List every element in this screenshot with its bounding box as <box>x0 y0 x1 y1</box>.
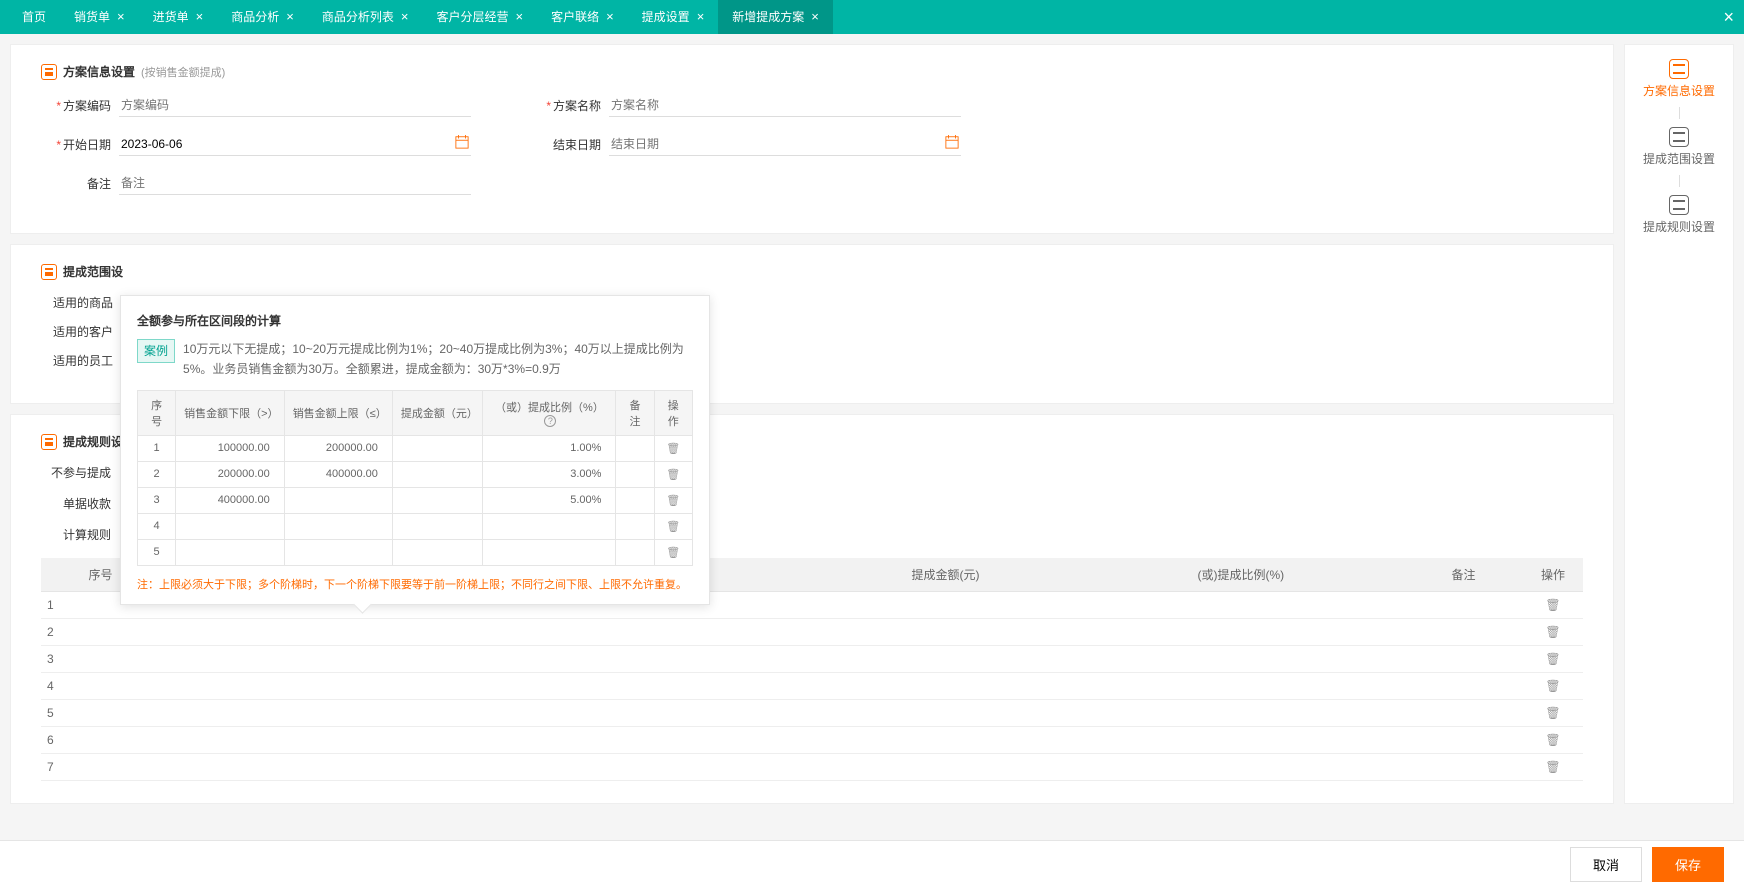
anchor-sidebar: 方案信息设置提成范围设置提成规则设置 <box>1624 44 1734 804</box>
scope-cust-label: 适用的客户 <box>43 323 113 340</box>
table-row: 2200000.00400000.003.00%🗑 <box>138 461 693 487</box>
delete-icon[interactable]: 🗑 <box>1545 679 1560 693</box>
case-tag: 案例 <box>137 339 175 363</box>
calendar-icon[interactable] <box>945 135 959 149</box>
tab-close-icon[interactable] <box>283 0 294 34</box>
popover-title: 全额参与所在区间段的计算 <box>137 312 693 329</box>
calendar-icon[interactable] <box>455 135 469 149</box>
tab-商品分析[interactable]: 商品分析 <box>217 0 308 34</box>
code-input[interactable] <box>119 94 471 117</box>
delete-icon[interactable]: 🗑 <box>1545 598 1560 612</box>
table-row[interactable]: 7🗑 <box>41 753 1583 780</box>
tab-商品分析列表[interactable]: 商品分析列表 <box>308 0 423 34</box>
table-row[interactable]: 2🗑 <box>41 618 1583 645</box>
name-label: 方案名称 <box>531 97 601 114</box>
exclude-label: 不参与提成 <box>41 464 111 481</box>
table-row: 3400000.005.00%🗑 <box>138 487 693 513</box>
table-row: 5🗑 <box>138 539 693 565</box>
delete-icon[interactable]: 🗑 <box>666 443 680 455</box>
calc-label: 计算规则 <box>41 526 111 543</box>
col-header: 销售金额上限（≤） <box>284 390 392 435</box>
tab-close-icon[interactable] <box>694 0 705 34</box>
section-title: 方案信息设置 <box>63 63 135 80</box>
scope-goods-label: 适用的商品 <box>43 294 113 311</box>
delete-icon[interactable]: 🗑 <box>666 521 680 533</box>
tab-销货单[interactable]: 销货单 <box>60 0 139 34</box>
delete-icon[interactable]: 🗑 <box>666 547 680 559</box>
delete-icon[interactable]: 🗑 <box>1545 652 1560 666</box>
remark-input[interactable] <box>119 172 471 195</box>
anchor-item[interactable]: 方案信息设置 <box>1643 59 1715 99</box>
table-row[interactable]: 4🗑 <box>41 672 1583 699</box>
tab-客户分层经营[interactable]: 客户分层经营 <box>422 0 537 34</box>
start-date-input[interactable] <box>119 133 471 156</box>
end-date-input[interactable] <box>609 133 961 156</box>
tab-close-icon[interactable] <box>114 0 125 34</box>
tab-新增提成方案[interactable]: 新增提成方案 <box>718 0 833 34</box>
anchor-item[interactable]: 提成规则设置 <box>1643 195 1715 235</box>
delete-icon[interactable]: 🗑 <box>666 469 680 481</box>
col-header: (或)提成比例(%) <box>1078 558 1404 592</box>
help-icon[interactable]: ? <box>544 415 556 427</box>
tab-bar: 首页销货单进货单商品分析商品分析列表客户分层经营客户联络提成设置新增提成方案 × <box>0 0 1744 34</box>
delete-icon[interactable]: 🗑 <box>1545 625 1560 639</box>
anchor-label: 方案信息设置 <box>1643 82 1715 99</box>
table-row[interactable]: 3🗑 <box>41 645 1583 672</box>
col-header: 备注 <box>1404 558 1523 592</box>
scope-emp-label: 适用的员工 <box>43 352 113 369</box>
start-date-label: 开始日期 <box>41 136 111 153</box>
section-plan-info: 方案信息设置 (按销售金额提成) 方案编码 方案名称 开始日期 <box>10 44 1614 234</box>
table-row: 1100000.00200000.001.00%🗑 <box>138 435 693 461</box>
table-row[interactable]: 6🗑 <box>41 726 1583 753</box>
section-icon <box>1669 195 1689 215</box>
col-header: （或）提成比例（%）? <box>483 390 616 435</box>
section-icon <box>41 64 57 80</box>
delete-icon[interactable]: 🗑 <box>1545 733 1560 747</box>
table-row: 4🗑 <box>138 513 693 539</box>
code-label: 方案编码 <box>41 97 111 114</box>
end-date-label: 结束日期 <box>531 136 601 153</box>
tab-客户联络[interactable]: 客户联络 <box>537 0 628 34</box>
remark-label: 备注 <box>41 175 111 192</box>
case-text: 10万元以下无提成；10~20万元提成比例为1%；20~40万提成比例为3%；4… <box>183 339 693 380</box>
section-title: 提成规则设 <box>63 433 123 450</box>
table-row[interactable]: 5🗑 <box>41 699 1583 726</box>
anchor-label: 提成规则设置 <box>1643 218 1715 235</box>
name-input[interactable] <box>609 94 961 117</box>
tab-进货单[interactable]: 进货单 <box>139 0 218 34</box>
tab-close-icon[interactable] <box>603 0 614 34</box>
section-icon <box>41 264 57 280</box>
col-header: 操作 <box>1523 558 1583 592</box>
col-header: 销售金额下限（>） <box>176 390 285 435</box>
footer-bar: 取消 保存 <box>0 840 1744 888</box>
delete-icon[interactable]: 🗑 <box>666 495 680 507</box>
section-icon <box>1669 59 1689 79</box>
save-button[interactable]: 保存 <box>1652 847 1724 882</box>
col-header: 备注 <box>616 390 654 435</box>
delete-icon[interactable]: 🗑 <box>1545 706 1560 720</box>
anchor-item[interactable]: 提成范围设置 <box>1643 127 1715 167</box>
delete-icon[interactable]: 🗑 <box>1545 760 1560 774</box>
cancel-button[interactable]: 取消 <box>1570 847 1642 882</box>
section-title: 提成范围设 <box>63 263 123 280</box>
col-header: 提成金额（元） <box>392 390 483 435</box>
tab-首页[interactable]: 首页 <box>8 0 60 34</box>
tab-close-icon[interactable] <box>193 0 204 34</box>
section-icon <box>41 434 57 450</box>
section-subtitle: (按销售金额提成) <box>141 64 225 80</box>
popover-note: 注：上限必须大于下限；多个阶梯时，下一个阶梯下限要等于前一阶梯上限；不同行之间下… <box>137 576 693 592</box>
example-table: 序号销售金额下限（>）销售金额上限（≤）提成金额（元）（或）提成比例（%）?备注… <box>137 390 693 566</box>
tab-close-icon[interactable] <box>398 0 409 34</box>
receipt-label: 单据收款 <box>41 495 111 512</box>
close-all-icon[interactable]: × <box>1723 7 1734 28</box>
tab-提成设置[interactable]: 提成设置 <box>628 0 719 34</box>
section-icon <box>1669 127 1689 147</box>
col-header: 操作 <box>654 390 692 435</box>
tooltip-popover: 全额参与所在区间段的计算 案例 10万元以下无提成；10~20万元提成比例为1%… <box>120 295 710 605</box>
col-header: 序号 <box>138 390 176 435</box>
col-header: 提成金额(元) <box>813 558 1077 592</box>
anchor-label: 提成范围设置 <box>1643 150 1715 167</box>
tab-close-icon[interactable] <box>808 0 819 34</box>
tab-close-icon[interactable] <box>512 0 523 34</box>
